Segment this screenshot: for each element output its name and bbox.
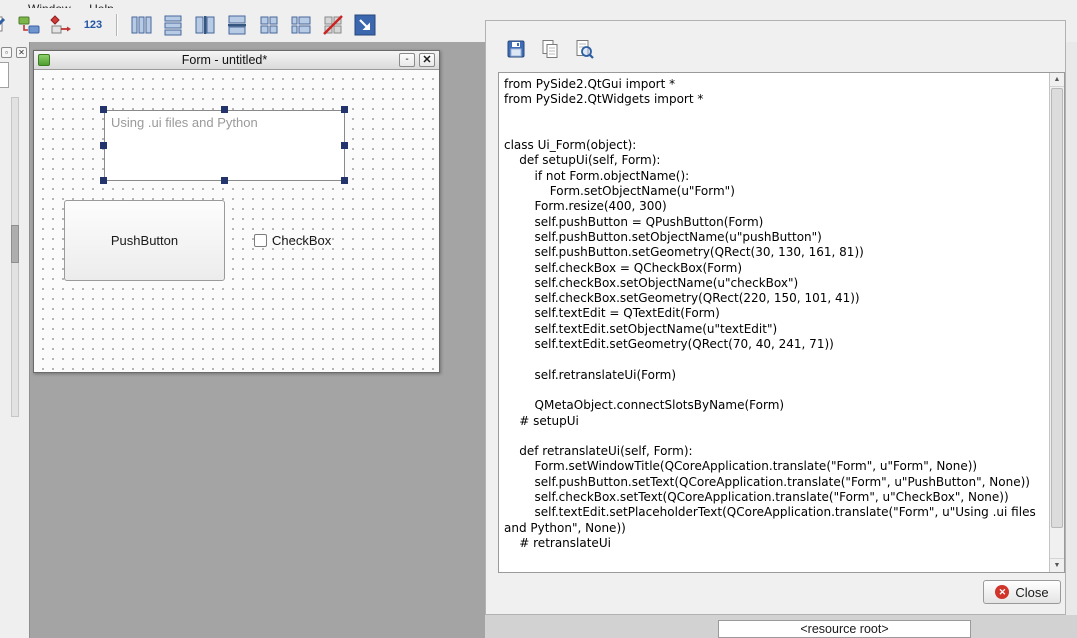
dock-scrollbar-thumb[interactable] [11,225,19,263]
textedit-placeholder: Using .ui files and Python [105,111,344,134]
edit-buddies-icon[interactable] [48,12,74,38]
layout-form-icon[interactable] [288,12,314,38]
edit-widgets-icon[interactable] [0,12,10,38]
form-canvas[interactable]: Using .ui files and Python PushButton Ch… [34,70,439,372]
toolbar-separator [116,14,118,36]
widget-box-dock: ▫ ✕ [0,42,30,638]
close-button-label: Close [1015,585,1048,600]
code-preview-dialog: from PySide2.QtGui import * from PySide2… [485,20,1066,615]
close-button[interactable]: ✕ Close [983,580,1061,604]
break-layout-glyph [320,12,346,38]
find-icon[interactable] [572,37,595,60]
form-window-icon [38,54,50,66]
selection-handle-mid-right[interactable] [341,142,348,149]
code-scrollbar[interactable]: ▲ ▼ [1049,73,1064,572]
scroll-down-icon[interactable]: ▼ [1050,558,1064,572]
resource-root-item[interactable]: <resource root> [718,620,971,638]
resource-root-label: <resource root> [800,622,888,636]
layout-horizontal-icon[interactable] [128,12,154,38]
pushbutton-label: PushButton [111,233,178,248]
layout-vertical-glyph [160,12,186,38]
minimize-button[interactable]: - [399,53,415,67]
save-icon[interactable] [504,37,527,60]
pushbutton-widget[interactable]: PushButton [64,200,225,281]
selection-handle-top-mid[interactable] [221,106,228,113]
dock-buttons: ▫ ✕ [0,42,29,63]
form-window-title: Form - untitled* [54,53,395,67]
layout-grid-glyph [256,12,282,38]
menu-help[interactable]: Help [89,1,114,8]
save-glyph [505,38,527,60]
adjust-size-icon[interactable] [352,12,378,38]
menubar: Window Help [0,0,1077,8]
form-editor-window[interactable]: Form - untitled* - ✕ Using .ui files and… [33,50,440,373]
menu-window[interactable]: Window [28,1,71,8]
copy-icon[interactable] [538,37,561,60]
textedit-widget[interactable]: Using .ui files and Python [104,110,345,181]
checkbox-label: CheckBox [272,233,331,248]
layout-grid-icon[interactable] [256,12,282,38]
widget-filter-input[interactable] [0,62,9,88]
selection-handle-top-left[interactable] [100,106,107,113]
generated-code[interactable]: from PySide2.QtGui import * from PySide2… [499,73,1049,572]
code-view[interactable]: from PySide2.QtGui import * from PySide2… [498,72,1065,573]
selection-handle-bottom-mid[interactable] [221,177,228,184]
dock-close-icon[interactable]: ✕ [16,47,27,58]
selection-handle-top-right[interactable] [341,106,348,113]
edit-widgets-glyph [0,13,9,37]
selection-handle-mid-left[interactable] [100,142,107,149]
selection-handle-bottom-right[interactable] [341,177,348,184]
close-circle-icon: ✕ [995,585,1009,599]
scroll-up-icon[interactable]: ▲ [1050,73,1064,87]
form-window-titlebar[interactable]: Form - untitled* - ✕ [34,51,439,70]
edit-signals-slots-glyph [17,13,41,37]
layout-horizontal-glyph [128,12,154,38]
dock-float-icon[interactable]: ▫ [1,47,12,58]
layout-splitter-vertical-icon[interactable] [224,12,250,38]
code-dialog-toolbar [486,21,1065,60]
edit-signals-slots-icon[interactable] [16,12,42,38]
selection-handle-bottom-left[interactable] [100,177,107,184]
edit-buddies-glyph [49,13,73,37]
code-scrollbar-thumb[interactable] [1051,88,1063,528]
adjust-size-glyph [352,12,378,38]
edit-tab-order-icon[interactable]: 123 [80,12,106,38]
break-layout-icon[interactable] [320,12,346,38]
close-window-button[interactable]: ✕ [419,53,435,67]
layout-splitter-horizontal-glyph [192,12,218,38]
layout-form-glyph [288,12,314,38]
checkbox-indicator[interactable] [254,234,267,247]
find-glyph [573,38,595,60]
layout-vertical-icon[interactable] [160,12,186,38]
layout-splitter-vertical-glyph [224,12,250,38]
layout-splitter-horizontal-icon[interactable] [192,12,218,38]
mdi-area: Form - untitled* - ✕ Using .ui files and… [30,42,485,638]
checkbox-widget[interactable]: CheckBox [254,220,355,261]
tab-order-glyph: 123 [84,19,102,31]
copy-glyph [539,38,561,60]
